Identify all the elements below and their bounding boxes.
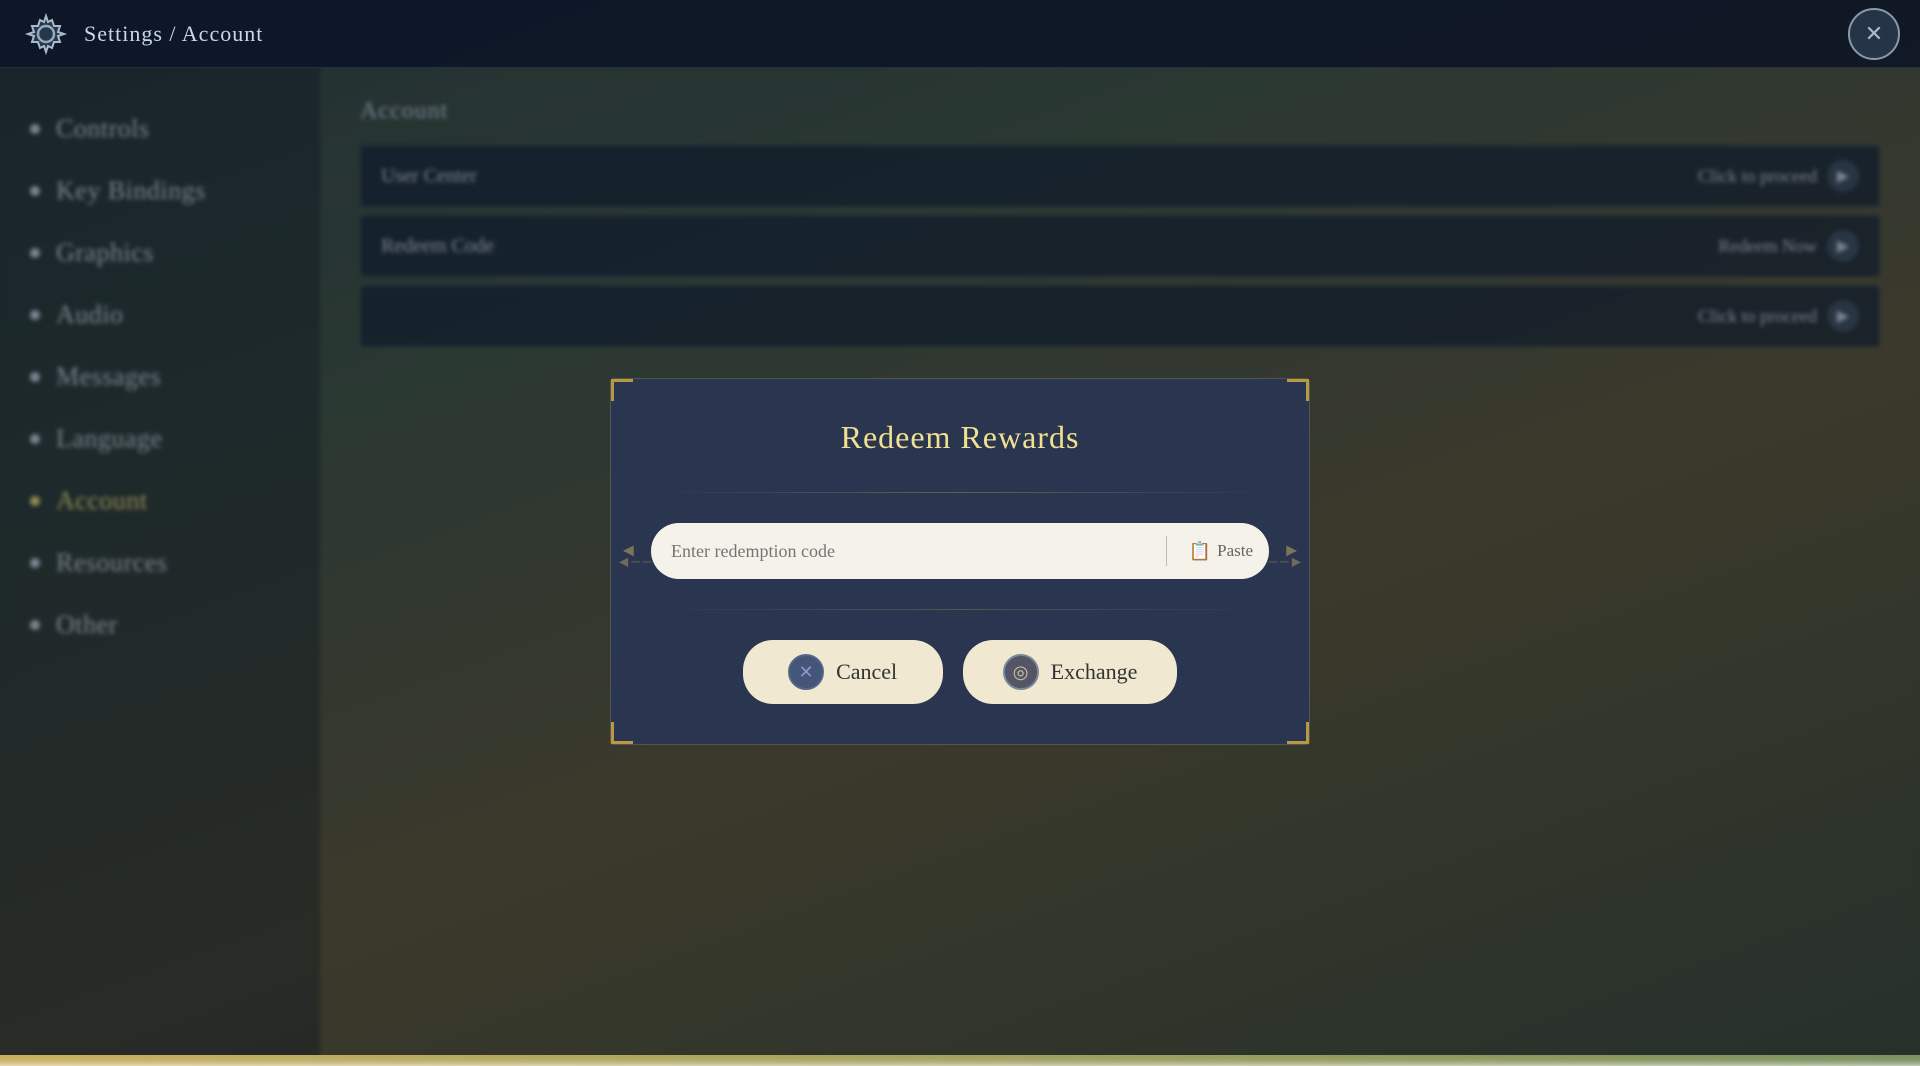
paste-icon: 📋 [1189,541,1211,562]
corner-br [1287,722,1309,744]
cancel-label: Cancel [836,659,897,685]
modal-bottom-line [651,609,1269,610]
modal-backdrop: ◀ ─ ─ ─ ─ ▶ Redeem Rewards ◀ 📋 Paste ▶ ✕… [0,68,1920,1055]
gear-icon [24,12,68,56]
redemption-code-input[interactable] [671,541,1156,562]
code-input-wrapper: ◀ 📋 Paste ▶ [651,523,1269,579]
exchange-icon: ◎ [1003,654,1039,690]
modal-title: Redeem Rewards [651,419,1269,456]
modal-buttons: ✕ Cancel ◎ Exchange [651,640,1269,704]
cancel-button[interactable]: ✕ Cancel [743,640,943,704]
paste-label: Paste [1217,541,1253,561]
header-title: Settings / Account [84,21,263,47]
modal-top-line [651,492,1269,493]
close-button[interactable]: ✕ [1848,8,1900,60]
input-divider [1166,536,1167,566]
cancel-icon: ✕ [788,654,824,690]
paste-button[interactable]: 📋 Paste [1177,533,1265,570]
input-deco-left: ◀ [623,543,634,560]
corner-tl [611,379,633,401]
exchange-button[interactable]: ◎ Exchange [963,640,1178,704]
input-deco-right: ▶ [1286,543,1297,560]
header: Settings / Account ✕ [0,0,1920,68]
redeem-rewards-modal: ◀ ─ ─ ─ ─ ▶ Redeem Rewards ◀ 📋 Paste ▶ ✕… [610,378,1310,745]
corner-tr [1287,379,1309,401]
exchange-label: Exchange [1051,659,1138,685]
corner-bl [611,722,633,744]
